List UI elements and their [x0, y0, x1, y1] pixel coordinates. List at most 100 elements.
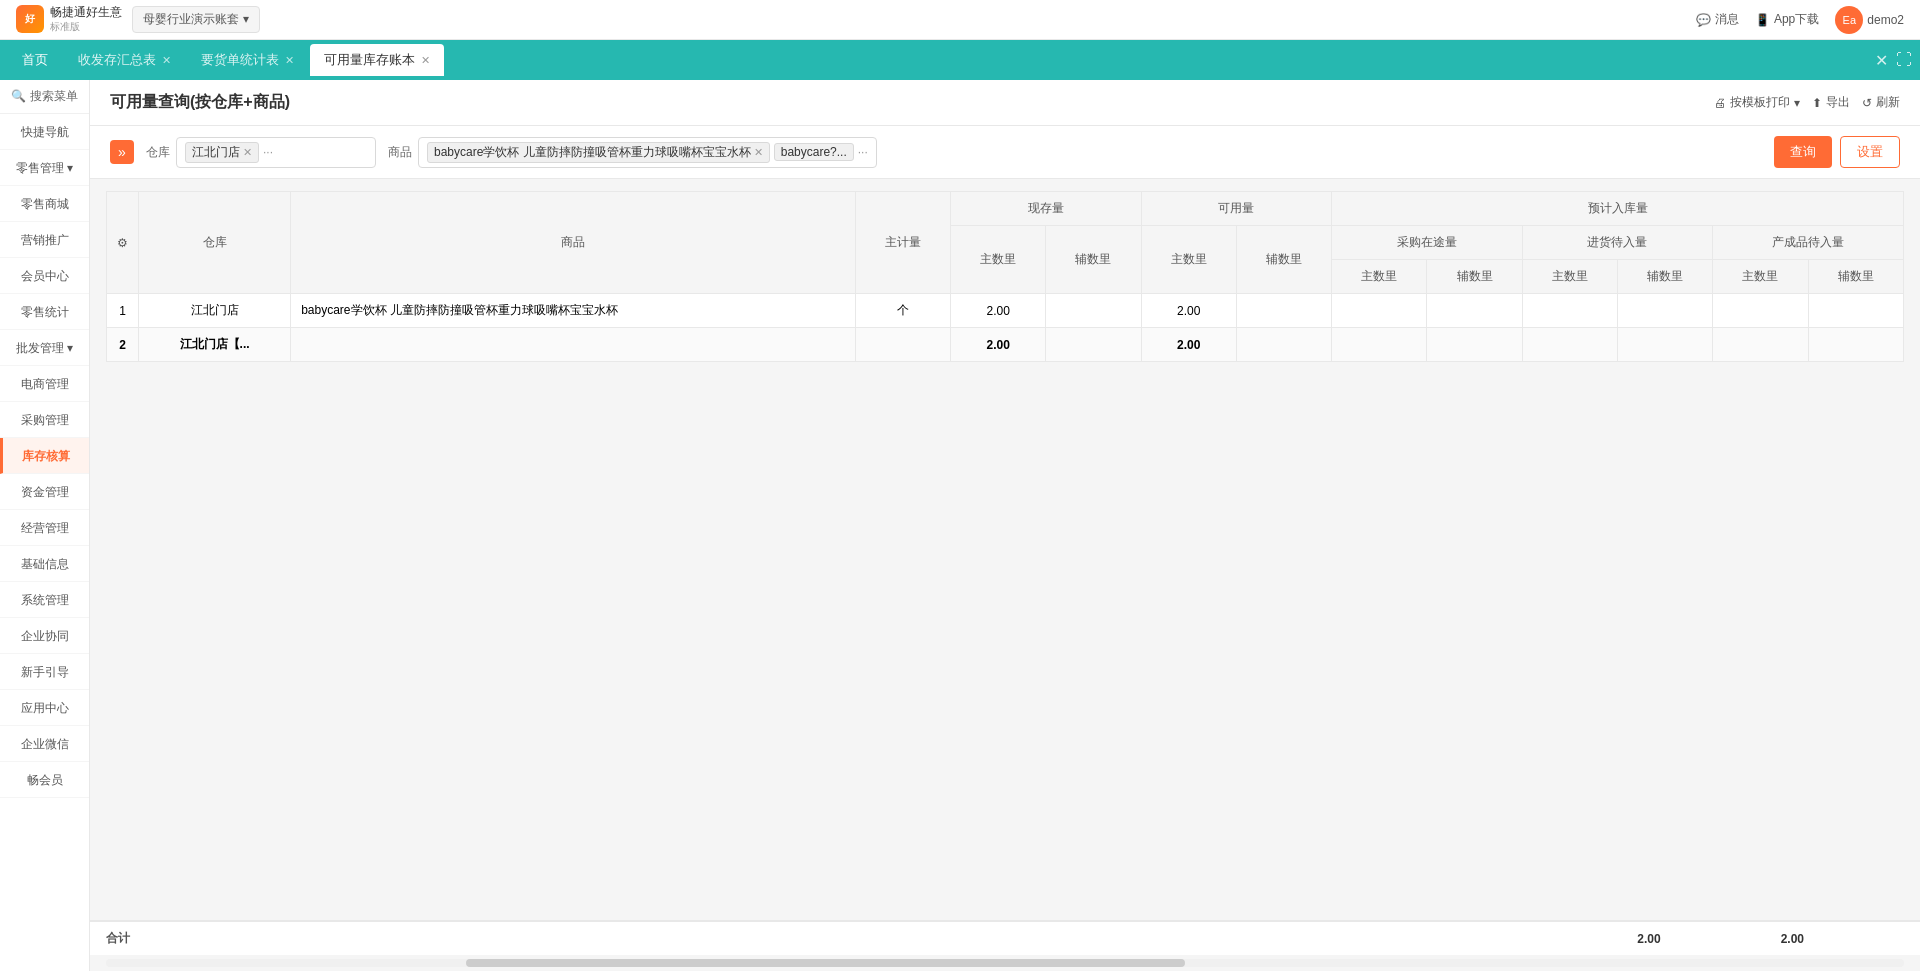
sidebar-item-wecom[interactable]: 企业微信	[0, 726, 89, 762]
tab-stock-summary-close[interactable]: ✕	[162, 54, 171, 67]
sidebar-item-label: 零售管理 ▾	[16, 160, 73, 177]
warehouse-filter: 仓库 江北门店 ✕ ···	[146, 137, 376, 168]
product-tag-1-close[interactable]: ✕	[754, 146, 763, 159]
col-stock-aux-header: 辅数里	[1046, 226, 1141, 294]
footer-label: 合计	[106, 930, 186, 947]
row-warehouse: 江北门店	[139, 294, 291, 328]
tab-available-inventory[interactable]: 可用量库存账本 ✕	[310, 44, 444, 76]
sidebar-item-system[interactable]: 系统管理	[0, 582, 89, 618]
app-download-button[interactable]: 📱 App下载	[1755, 11, 1819, 28]
sidebar-item-app-center[interactable]: 应用中心	[0, 690, 89, 726]
row-no: 1	[107, 294, 139, 328]
company-name: 母婴行业演示账套	[143, 11, 239, 28]
query-button[interactable]: 查询	[1774, 136, 1832, 168]
sidebar-item-label: 畅会员	[27, 772, 63, 789]
main-layout: 🔍 搜索菜单 快捷导航 零售管理 ▾ 零售商城 营销推广 会员中心 零售统计 批…	[0, 80, 1920, 971]
col-stock-main-header: 主数里	[951, 226, 1046, 294]
template-print-label: 按模板打印	[1730, 94, 1790, 111]
warehouse-tag-close[interactable]: ✕	[243, 146, 252, 159]
row-available-aux	[1236, 294, 1331, 328]
tab-order-stats-close[interactable]: ✕	[285, 54, 294, 67]
row-purchase-aux	[1427, 294, 1522, 328]
row-produced-main-group	[1713, 328, 1808, 362]
row-produced-aux-group	[1808, 328, 1903, 362]
col-settings-header[interactable]: ⚙	[107, 192, 139, 294]
product-filter-more[interactable]: ···	[858, 145, 868, 159]
tab-stock-summary[interactable]: 收发存汇总表 ✕	[64, 44, 185, 76]
row-incoming-main	[1522, 294, 1617, 328]
template-print-button[interactable]: 🖨 按模板打印 ▾	[1714, 94, 1800, 111]
sidebar-item-operations[interactable]: 经营管理	[0, 510, 89, 546]
download-icon: 📱	[1755, 13, 1770, 27]
row-produced-main	[1713, 294, 1808, 328]
filter-more-icon[interactable]: ···	[263, 145, 273, 159]
col-incoming-aux-header: 辅数里	[1617, 260, 1712, 294]
maximize-icon[interactable]: ⛶	[1896, 51, 1912, 69]
close-window-icon[interactable]: ✕	[1875, 51, 1888, 70]
setting-button[interactable]: 设置	[1840, 136, 1900, 168]
top-bar-left: 好 畅捷通好生意 标准版 母婴行业演示账套 ▾	[16, 5, 260, 33]
sidebar-item-label: 应用中心	[21, 700, 69, 717]
sidebar-item-purchase[interactable]: 采购管理	[0, 402, 89, 438]
table-footer: 合计 2.00 2.00	[90, 920, 1920, 955]
col-available-group-header: 可用量	[1141, 192, 1332, 226]
sidebar-item-quick-nav[interactable]: 快捷导航	[0, 114, 89, 150]
sidebar-item-label: 资金管理	[21, 484, 69, 501]
refresh-button[interactable]: ↺ 刷新	[1862, 94, 1900, 111]
sidebar-item-wholesale[interactable]: 批发管理 ▾	[0, 330, 89, 366]
sidebar-item-inventory[interactable]: 库存核算	[0, 438, 89, 474]
tab-order-stats[interactable]: 要货单统计表 ✕	[187, 44, 308, 76]
row-unit-group	[855, 328, 950, 362]
sidebar-item-label: 新手引导	[21, 664, 69, 681]
export-button[interactable]: ⬆ 导出	[1812, 94, 1850, 111]
horizontal-scrollbar[interactable]	[106, 959, 1904, 967]
nav-tabs: 首页 收发存汇总表 ✕ 要货单统计表 ✕ 可用量库存账本 ✕ ✕ ⛶	[0, 40, 1920, 80]
sidebar-item-finance[interactable]: 资金管理	[0, 474, 89, 510]
scrollbar-thumb[interactable]	[466, 959, 1185, 967]
sidebar-item-enterprise[interactable]: 企业协同	[0, 618, 89, 654]
home-tab-label: 首页	[22, 51, 48, 69]
sidebar-item-vip[interactable]: 畅会员	[0, 762, 89, 798]
export-icon: ⬆	[1812, 96, 1822, 110]
sidebar-item-member[interactable]: 会员中心	[0, 258, 89, 294]
sidebar-item-retail-stats[interactable]: 零售统计	[0, 294, 89, 330]
tab-stock-summary-label: 收发存汇总表	[78, 51, 156, 69]
user-area[interactable]: Ea demo2	[1835, 6, 1904, 34]
row-stock-main: 2.00	[951, 294, 1046, 328]
row-stock-aux	[1046, 294, 1141, 328]
avatar: Ea	[1835, 6, 1863, 34]
company-selector[interactable]: 母婴行业演示账套 ▾	[132, 6, 260, 33]
filter-toggle-button[interactable]: »	[110, 140, 134, 164]
data-table: ⚙ 仓库 商品 主计量 现存量 可用量 预计入库量 主数里 辅数里 主数里 辅数…	[106, 191, 1904, 362]
chevron-down-icon: ▾	[1794, 96, 1800, 110]
product-input[interactable]: babycare学饮杯 儿童防摔防撞吸管杯重力球吸嘴杯宝宝水杯 ✕ babyca…	[418, 137, 877, 168]
sidebar-item-label: 电商管理	[21, 376, 69, 393]
col-purchase-aux-header: 辅数里	[1427, 260, 1522, 294]
sidebar-item-label: 企业协同	[21, 628, 69, 645]
warehouse-input[interactable]: 江北门店 ✕ ···	[176, 137, 376, 168]
col-produced-group-header: 产成品待入量	[1713, 226, 1904, 260]
sidebar-item-zero-retail[interactable]: 零售管理 ▾	[0, 150, 89, 186]
product-tag-1: babycare学饮杯 儿童防摔防撞吸管杯重力球吸嘴杯宝宝水杯 ✕	[427, 142, 770, 163]
refresh-icon: ↺	[1862, 96, 1872, 110]
brand-sub: 标准版	[50, 20, 122, 34]
sidebar-item-marketing[interactable]: 营销推广	[0, 222, 89, 258]
sidebar-item-guide[interactable]: 新手引导	[0, 654, 89, 690]
sidebar-item-label: 采购管理	[21, 412, 69, 429]
row-no: 2	[107, 328, 139, 362]
col-available-main-header: 主数里	[1141, 226, 1236, 294]
brand-name: 畅捷通好生意	[50, 5, 122, 19]
sidebar-search[interactable]: 🔍 搜索菜单	[0, 80, 89, 114]
sidebar-item-label: 营销推广	[21, 232, 69, 249]
tab-home[interactable]: 首页	[8, 44, 62, 76]
tab-available-inventory-close[interactable]: ✕	[421, 54, 430, 67]
col-incoming-group-header: 进货待入量	[1522, 226, 1713, 260]
sidebar-item-label: 库存核算	[22, 448, 70, 465]
sidebar-item-retail-mall[interactable]: 零售商城	[0, 186, 89, 222]
sidebar-item-ecommerce[interactable]: 电商管理	[0, 366, 89, 402]
sidebar-item-label: 会员中心	[21, 268, 69, 285]
product-label: 商品	[388, 144, 412, 161]
sidebar-item-basic-info[interactable]: 基础信息	[0, 546, 89, 582]
message-button[interactable]: 💬 消息	[1696, 11, 1739, 28]
top-bar-right: 💬 消息 📱 App下载 Ea demo2	[1696, 6, 1904, 34]
